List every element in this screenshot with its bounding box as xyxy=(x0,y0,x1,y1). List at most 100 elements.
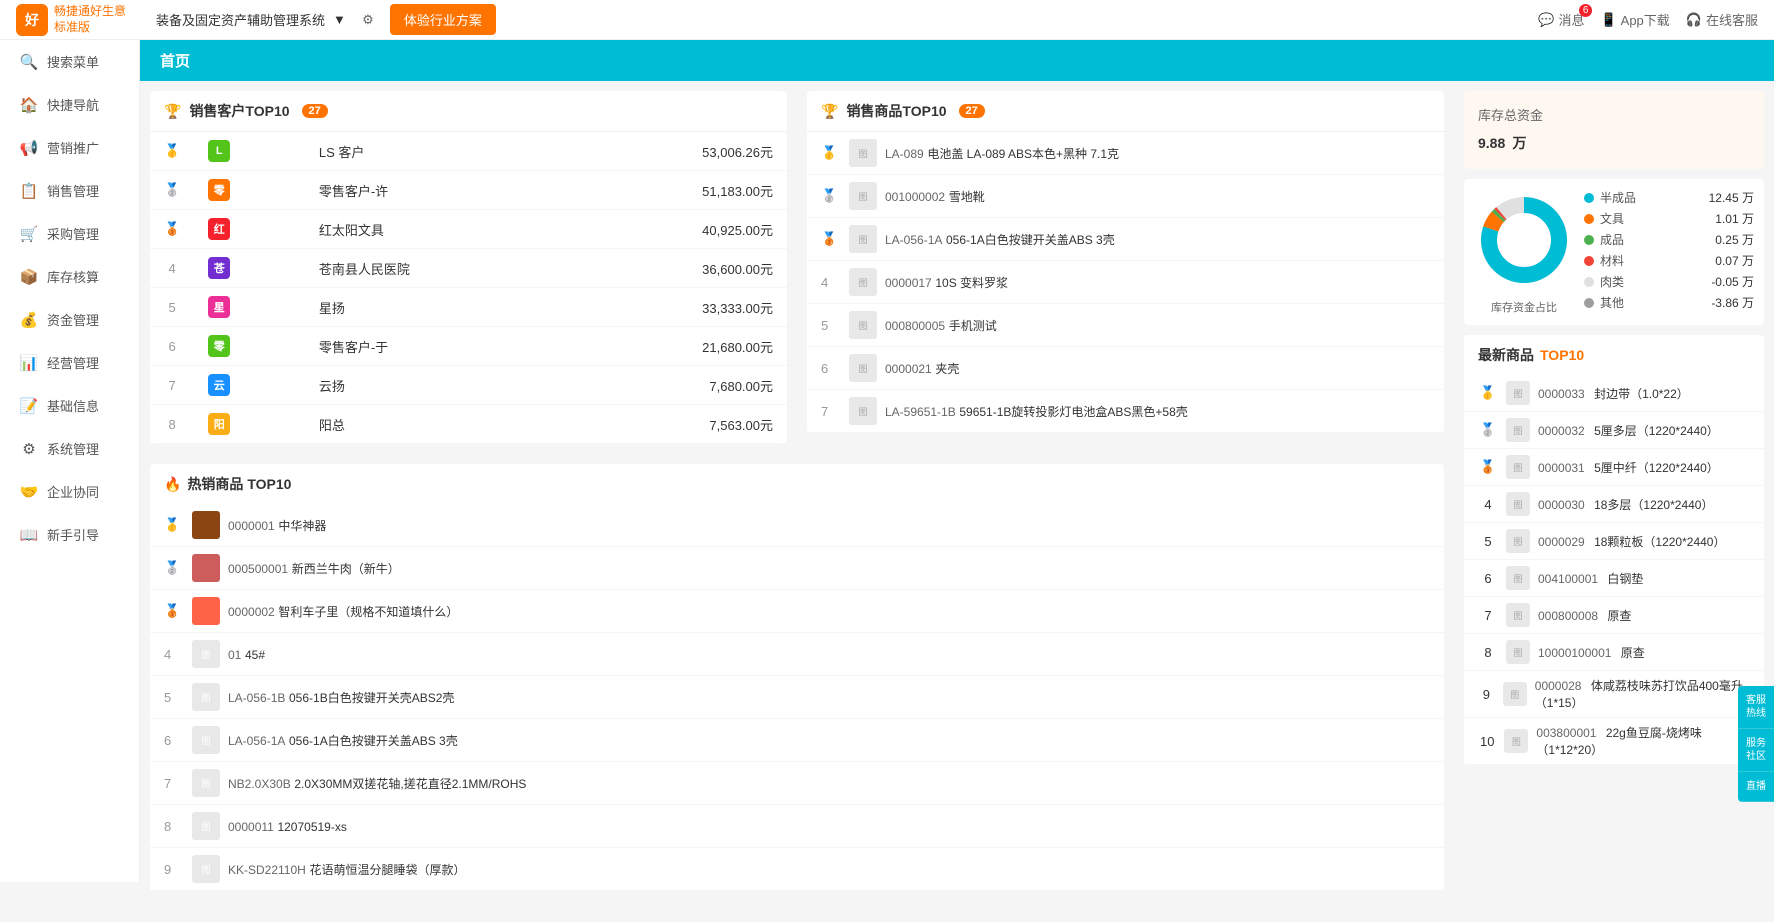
sidebar-item-nav[interactable]: 🏠 快捷导航 xyxy=(0,83,139,126)
service-community-button[interactable]: 服务 社区 xyxy=(1738,729,1774,772)
trial-button[interactable]: 体验行业方案 xyxy=(390,4,496,35)
sidebar-item-purchase[interactable]: 🛒 采购管理 xyxy=(0,212,139,255)
product-item: 5 图 000800005 手机测试 xyxy=(807,304,1444,347)
rank-indicator: 5 xyxy=(164,690,184,705)
product-thumbnail: 图 xyxy=(849,139,877,167)
sidebar-item-operations[interactable]: 📊 经营管理 xyxy=(0,341,139,384)
product-code: 0000028 xyxy=(1535,679,1582,693)
settings-icon[interactable]: ⚙ xyxy=(354,6,382,34)
rank-indicator: 4 xyxy=(1478,497,1498,512)
sidebar-item-label: 基础信息 xyxy=(47,396,99,415)
inventory-chart-panel: 库存资金占比 半成品 12.45 万 文具 1.01 万 成品 0.25 万 材… xyxy=(1464,179,1764,325)
customer-badge-cell: 零 xyxy=(194,171,305,210)
legend-color-dot xyxy=(1584,277,1594,287)
topbar: 好 畅捷通好生意 标准版 装备及固定资产辅助管理系统 ▼ ⚙ 体验行业方案 💬 … xyxy=(0,0,1774,40)
sidebar-item-finance[interactable]: 💰 资金管理 xyxy=(0,298,139,341)
product-details: 001000002 雪地靴 xyxy=(885,188,1430,205)
rank-medal: 🥈 xyxy=(150,171,194,210)
product-code: 0000031 xyxy=(1538,461,1585,475)
system-selector[interactable]: 装备及固定资产辅助管理系统 ▼ ⚙ 体验行业方案 xyxy=(156,4,1538,35)
fire-icon: 🔥 xyxy=(164,476,181,493)
product-image: 图 xyxy=(192,640,220,668)
app-download-button[interactable]: 📱 App下载 xyxy=(1600,10,1669,29)
product-info: 0000002 智利车子里（规格不知道填什么） xyxy=(228,603,1430,620)
product-code: 0000030 xyxy=(1538,498,1585,512)
customer-name-cell: 阳总 xyxy=(305,405,568,444)
product-thumbnail: 图 xyxy=(1506,492,1530,516)
sidebar-item-guide[interactable]: 📖 新手引导 xyxy=(0,513,139,556)
newest-products-title: 最新商品 xyxy=(1478,345,1534,365)
product-name: 电池盖 LA-089 ABS本色+黑种 7.1克 xyxy=(927,147,1119,161)
customer-avatar: 云 xyxy=(208,374,230,396)
sales-customer-list: 🥇 L LS 客户 53,006.26元 🥈 零 零售客户-许 51,183.0… xyxy=(150,132,787,444)
rank-indicator: 9 xyxy=(1478,687,1495,702)
message-icon: 💬 xyxy=(1538,12,1554,28)
legend-color-dot xyxy=(1584,193,1594,203)
sidebar-item-inventory[interactable]: 📦 库存核算 xyxy=(0,255,139,298)
left-panels: 🏆 销售客户TOP10 27 🥇 L LS 客户 53,006.26元 🥈 零 … xyxy=(140,81,1454,901)
sidebar-item-enterprise[interactable]: 🤝 企业协同 xyxy=(0,470,139,513)
product-name: 原查 xyxy=(1607,609,1631,623)
list-item: 8 图 10000100001 原查 xyxy=(1464,634,1764,671)
search-icon: 🔍 xyxy=(19,53,39,71)
list-item: 🥇 0000001 中华神器 xyxy=(150,504,1444,547)
newest-products-list: 🥇 图 0000033 封边带（1.0*22） 🥈 图 0000032 5厘多层… xyxy=(1464,375,1764,765)
legend-value: -0.05 万 xyxy=(1711,273,1754,290)
marketing-icon: 📢 xyxy=(19,139,39,157)
rank-indicator: 8 xyxy=(164,819,184,834)
product-details: 0000021 夹壳 xyxy=(885,360,1430,377)
sidebar-item-basic[interactable]: 📝 基础信息 xyxy=(0,384,139,427)
table-row: 6 零 零售客户-于 21,680.00元 xyxy=(150,327,787,366)
online-service-button[interactable]: 🎧 在线客服 xyxy=(1686,10,1758,29)
customer-name-cell: 红太阳文具 xyxy=(305,210,568,249)
product-details: 0000030 18多层（1220*2440） xyxy=(1538,496,1713,513)
product-image: 图 xyxy=(192,726,220,754)
sales-customer-badge: 27 xyxy=(302,104,328,118)
home-tab[interactable]: 首页 xyxy=(160,50,190,71)
inventory-unit: 万 xyxy=(1512,135,1526,151)
sidebar-item-sales[interactable]: 📋 销售管理 xyxy=(0,169,139,212)
product-info: LA-056-1A 056-1A白色按键开关盖ABS 3壳 xyxy=(228,732,1430,749)
top-rankings-row: 🏆 销售客户TOP10 27 🥇 L LS 客户 53,006.26元 🥈 零 … xyxy=(140,81,1454,454)
product-thumbnail: 图 xyxy=(1504,729,1528,753)
product-image: 图 xyxy=(192,812,220,840)
customer-amount-cell: 21,680.00元 xyxy=(568,327,787,366)
sidebar-item-label: 新手引导 xyxy=(47,525,99,544)
rank-medal: 6 xyxy=(150,327,194,366)
rank-indicator: 🥇 xyxy=(1478,385,1498,401)
product-info: LA-056-1B 056-1B白色按键开关壳ABS2壳 xyxy=(228,689,1430,706)
logo: 好 畅捷通好生意 标准版 xyxy=(16,4,156,36)
sidebar-item-system[interactable]: ⚙ 系统管理 xyxy=(0,427,139,470)
sidebar-item-marketing[interactable]: 📢 营销推广 xyxy=(0,126,139,169)
product-name: 雪地靴 xyxy=(949,190,985,204)
ranking-table: 🥇 L LS 客户 53,006.26元 🥈 零 零售客户-许 51,183.0… xyxy=(150,132,787,444)
sales-product-badge: 27 xyxy=(959,104,985,118)
rank-indicator: 🥈 xyxy=(1478,422,1498,438)
newest-products-panel: 最新商品 TOP10 🥇 图 0000033 封边带（1.0*22） 🥈 图 0… xyxy=(1464,335,1764,765)
legend-value: 1.01 万 xyxy=(1715,210,1754,227)
rank-indicator: 8 xyxy=(1478,645,1498,660)
messages-button[interactable]: 💬 消息 6 xyxy=(1538,10,1584,29)
live-stream-button[interactable]: 直播 xyxy=(1738,772,1774,802)
hot-products-header: 🔥 热销商品 TOP10 xyxy=(150,464,1444,504)
rank-indicator: 🥉 xyxy=(164,603,184,619)
product-image: 图 xyxy=(192,855,220,883)
sidebar-item-label: 系统管理 xyxy=(47,439,99,458)
legend-item: 肉类 -0.05 万 xyxy=(1584,273,1754,290)
customer-badge-cell: 零 xyxy=(194,327,305,366)
product-image: 图 xyxy=(192,683,220,711)
product-item: 4 图 0000017 10S 变料罗浆 xyxy=(807,261,1444,304)
list-item: 4 图 01 45# xyxy=(150,633,1444,676)
customer-name-cell: 云扬 xyxy=(305,366,568,405)
legend-value: 0.25 万 xyxy=(1715,231,1754,248)
legend-color-dot xyxy=(1584,256,1594,266)
legend-value: 0.07 万 xyxy=(1715,252,1754,269)
product-name: 5厘中纤（1220*2440） xyxy=(1594,461,1719,475)
customer-hotline-button[interactable]: 客服 热线 xyxy=(1738,686,1774,729)
customer-avatar: 零 xyxy=(208,179,230,201)
product-code: 0000021 xyxy=(885,362,932,376)
customer-badge-cell: 苍 xyxy=(194,249,305,288)
product-thumbnail: 图 xyxy=(1506,418,1530,442)
rank-medal: 4 xyxy=(821,275,841,290)
sidebar-item-search[interactable]: 🔍 搜索菜单 xyxy=(0,40,139,83)
